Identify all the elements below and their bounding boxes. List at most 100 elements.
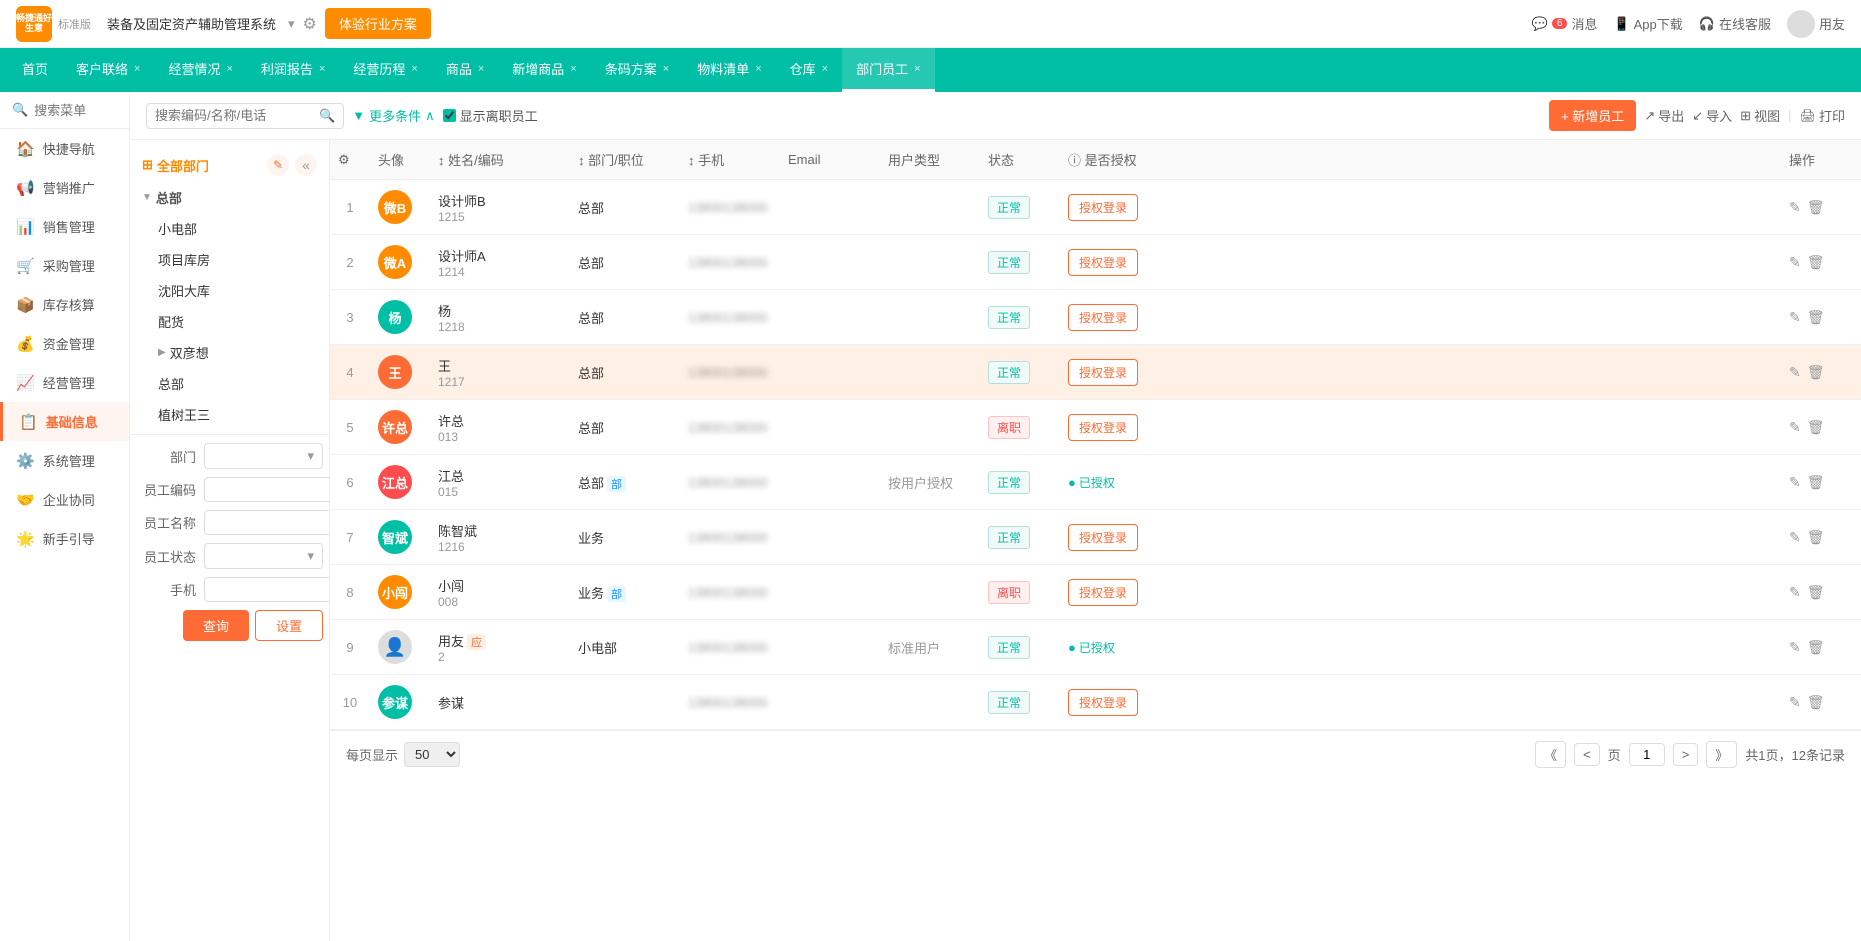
tab-customer-close[interactable]: × [134, 63, 140, 75]
auth-button[interactable]: 授权登录 [1068, 304, 1138, 331]
add-employee-button[interactable]: + 新增员工 [1549, 100, 1636, 131]
dept-tree-item-shenyang[interactable]: 沈阳大库 [130, 275, 329, 306]
dept-tree-item-delivery[interactable]: 配货 [130, 306, 329, 337]
auth-button[interactable]: 授权登录 [1068, 359, 1138, 386]
tab-business-status[interactable]: 经营情况× [154, 48, 246, 92]
dept-tree-item-hq[interactable]: 总部 [130, 368, 329, 399]
show-resigned-checkbox[interactable] [443, 109, 456, 122]
dept-tree-item-plant[interactable]: 植树王三 [130, 399, 329, 430]
system-title-dropdown-icon[interactable]: ▾ [288, 16, 295, 32]
dept-tree-collapse-button[interactable]: « [295, 154, 317, 176]
delete-button[interactable]: 🗑 [1807, 584, 1825, 601]
tab-goods[interactable]: 商品× [432, 48, 498, 92]
more-filter-button[interactable]: ▼ 更多条件 ∧ [352, 106, 434, 125]
tab-barcode[interactable]: 条码方案× [591, 48, 683, 92]
import-button[interactable]: ↙ 导入 [1692, 106, 1732, 125]
prev-prev-button[interactable]: 《 [1535, 741, 1566, 768]
sidebar-item-inventory[interactable]: 📦 库存核算 [0, 285, 129, 324]
auth-button[interactable]: 授权登录 [1068, 689, 1138, 716]
tab-warehouse-close[interactable]: × [822, 63, 828, 75]
tab-business-history[interactable]: 经营历程× [339, 48, 431, 92]
filter-dept-select[interactable]: ▾ [204, 443, 323, 469]
filter-empstatus-select[interactable]: ▾ [204, 543, 323, 569]
query-button[interactable]: 查询 [183, 610, 249, 641]
dept-tree-item-headquarters[interactable]: ▼ 总部 [130, 182, 329, 213]
sidebar-item-purchase[interactable]: 🛒 采购管理 [0, 246, 129, 285]
dept-tree-item-shuangyanxiang[interactable]: ▶ 双彦想 [130, 337, 329, 368]
delete-button[interactable]: 🗑 [1807, 364, 1825, 381]
edit-button[interactable]: ✎ [1789, 364, 1801, 381]
view-button[interactable]: ⊞ 视图 [1740, 106, 1780, 125]
auth-button[interactable]: 授权登录 [1068, 249, 1138, 276]
sidebar-item-marketing[interactable]: 📢 营销推广 [0, 168, 129, 207]
next-next-button[interactable]: 》 [1706, 741, 1737, 768]
message-button[interactable]: 💬 6 消息 [1532, 14, 1598, 33]
tab-bom-close[interactable]: × [755, 63, 761, 75]
tab-barcode-close[interactable]: × [663, 63, 669, 75]
export-button[interactable]: ↗ 导出 [1644, 106, 1684, 125]
sidebar-item-guide[interactable]: 🌟 新手引导 [0, 519, 129, 558]
auth-button[interactable]: 授权登录 [1068, 194, 1138, 221]
prev-button[interactable]: < [1574, 743, 1600, 766]
sidebar-search-input[interactable] [34, 103, 114, 118]
col-name-code[interactable]: ↕ 姓名/编码 [430, 140, 570, 180]
delete-button[interactable]: 🗑 [1807, 254, 1825, 271]
delete-button[interactable]: 🗑 [1807, 639, 1825, 656]
delete-button[interactable]: 🗑 [1807, 474, 1825, 491]
delete-button[interactable]: 🗑 [1807, 199, 1825, 216]
sidebar-item-sales[interactable]: 📊 销售管理 [0, 207, 129, 246]
tab-bom[interactable]: 物料清单× [683, 48, 775, 92]
tab-dept-employee-close[interactable]: × [914, 63, 920, 75]
edit-button[interactable]: ✎ [1789, 474, 1801, 491]
dept-tree-item-project-warehouse[interactable]: 项目库房 [130, 244, 329, 275]
delete-button[interactable]: 🗑 [1807, 309, 1825, 326]
sidebar-item-finance[interactable]: 💰 资金管理 [0, 324, 129, 363]
tab-customer[interactable]: 客户联络× [62, 48, 154, 92]
edit-button[interactable]: ✎ [1789, 529, 1801, 546]
tab-profit-close[interactable]: × [319, 63, 325, 75]
tab-home[interactable]: 首页 [8, 48, 62, 92]
tab-warehouse[interactable]: 仓库× [776, 48, 842, 92]
trial-button[interactable]: 体验行业方案 [325, 8, 431, 39]
edit-button[interactable]: ✎ [1789, 199, 1801, 216]
col-dept-pos[interactable]: ↕ 部门/职位 [570, 140, 680, 180]
tab-goods-close[interactable]: × [478, 63, 484, 75]
delete-button[interactable]: 🗑 [1807, 419, 1825, 436]
tab-add-goods-close[interactable]: × [570, 63, 576, 75]
per-page-select[interactable]: 50 100 200 [404, 742, 460, 767]
tab-business-status-close[interactable]: × [226, 63, 232, 75]
tab-add-goods[interactable]: 新增商品× [498, 48, 590, 92]
edit-button[interactable]: ✎ [1789, 694, 1801, 711]
gear-icon[interactable]: ⚙ [303, 14, 317, 34]
col-phone[interactable]: ↕ 手机 [680, 140, 780, 180]
sidebar-item-operations[interactable]: 📈 经营管理 [0, 363, 129, 402]
col-auth[interactable]: ⓘ 是否授权 [1060, 140, 1180, 180]
tab-business-history-close[interactable]: × [411, 63, 417, 75]
dept-tree-edit-button[interactable]: ✎ [267, 154, 289, 176]
app-download-button[interactable]: 📱 App下载 [1613, 14, 1682, 33]
edit-button[interactable]: ✎ [1789, 309, 1801, 326]
set-button[interactable]: 设置 [255, 610, 323, 641]
col-settings[interactable]: ⚙ [330, 140, 370, 180]
auth-button[interactable]: 授权登录 [1068, 579, 1138, 606]
print-button[interactable]: 🖨 打印 [1799, 106, 1845, 125]
user-button[interactable]: 用友 [1787, 10, 1845, 38]
delete-button[interactable]: 🗑 [1807, 694, 1825, 711]
filter-phone-input[interactable] [204, 577, 330, 602]
delete-button[interactable]: 🗑 [1807, 529, 1825, 546]
sidebar-item-collab[interactable]: 🤝 企业协同 [0, 480, 129, 519]
page-number-input[interactable] [1629, 743, 1665, 766]
tab-profit[interactable]: 利润报告× [247, 48, 339, 92]
edit-button[interactable]: ✎ [1789, 639, 1801, 656]
dept-tree-item-electronics[interactable]: 小电部 [130, 213, 329, 244]
auth-button[interactable]: 授权登录 [1068, 414, 1138, 441]
online-service-button[interactable]: 🎧 在线客服 [1699, 14, 1771, 33]
sidebar-item-basics[interactable]: 📋 基础信息 [0, 402, 129, 441]
sidebar-item-quick-nav[interactable]: 🏠 快捷导航 [0, 129, 129, 168]
edit-button[interactable]: ✎ [1789, 419, 1801, 436]
tab-dept-employee[interactable]: 部门员工× [842, 48, 934, 92]
filter-empname-input[interactable] [204, 510, 330, 535]
auth-button[interactable]: 授权登录 [1068, 524, 1138, 551]
search-input[interactable] [155, 108, 315, 123]
edit-button[interactable]: ✎ [1789, 584, 1801, 601]
